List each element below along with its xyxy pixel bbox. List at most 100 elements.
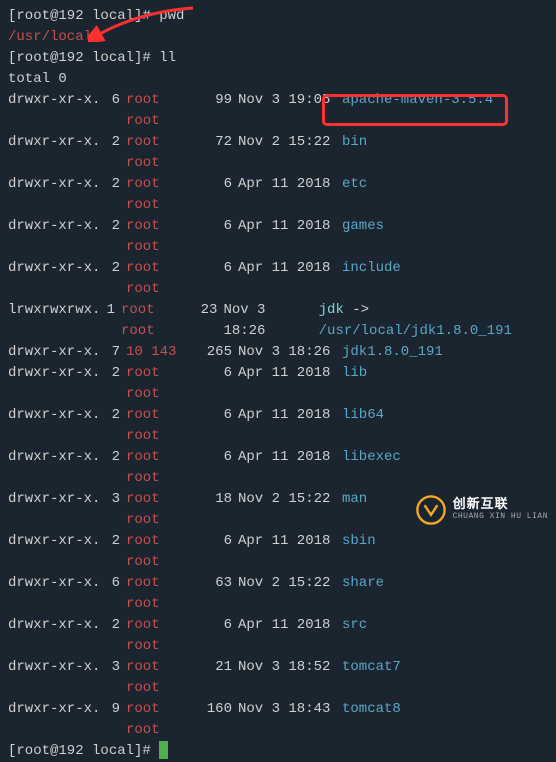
owner-group: root root bbox=[120, 132, 200, 174]
mod-date: Apr 11 2018 bbox=[232, 447, 336, 489]
watermark: 创新互联 CHUANG XIN HU LIAN bbox=[415, 494, 548, 526]
mod-date: Apr 11 2018 bbox=[232, 405, 336, 447]
link-count: 3 bbox=[104, 657, 120, 699]
mod-date: Apr 11 2018 bbox=[232, 174, 336, 216]
mod-date: Nov 2 15:22 bbox=[232, 489, 336, 531]
mod-date: Nov 3 18:52 bbox=[232, 657, 336, 699]
permissions: drwxr-xr-x. bbox=[8, 531, 104, 573]
permissions: drwxr-xr-x. bbox=[8, 90, 104, 132]
link-count: 2 bbox=[104, 174, 120, 216]
owner-group: root root bbox=[120, 447, 200, 489]
cursor[interactable] bbox=[159, 741, 168, 759]
mod-date: Apr 11 2018 bbox=[232, 615, 336, 657]
prompt: [root@192 local]# bbox=[8, 50, 159, 66]
list-item: drwxr-xr-x.2root root6Apr 11 2018include bbox=[8, 258, 548, 300]
directory-listing: drwxr-xr-x.6root root99Nov 3 19:05apache… bbox=[8, 90, 548, 741]
file-size: 6 bbox=[200, 174, 232, 216]
dir-name: tomcat7 bbox=[336, 657, 401, 699]
link-count: 2 bbox=[104, 531, 120, 573]
owner-group: root root bbox=[120, 489, 200, 531]
dir-name: libexec bbox=[336, 447, 401, 489]
mod-date: Nov 2 15:22 bbox=[232, 573, 336, 615]
link-count: 6 bbox=[104, 90, 120, 132]
mod-date: Apr 11 2018 bbox=[232, 363, 336, 405]
link-count: 7 bbox=[104, 342, 120, 363]
file-size: 6 bbox=[200, 258, 232, 300]
link-count: 2 bbox=[104, 615, 120, 657]
list-item: drwxr-xr-x.2root root6Apr 11 2018lib64 bbox=[8, 405, 548, 447]
permissions: drwxr-xr-x. bbox=[8, 342, 104, 363]
mod-date: Apr 11 2018 bbox=[232, 531, 336, 573]
prompt-line-2: [root@192 local]# ll bbox=[8, 48, 548, 69]
file-size: 18 bbox=[200, 489, 232, 531]
permissions: drwxr-xr-x. bbox=[8, 363, 104, 405]
dir-name: bin bbox=[336, 132, 367, 174]
file-size: 21 bbox=[200, 657, 232, 699]
dir-name: include bbox=[336, 258, 401, 300]
command-pwd: pwd bbox=[159, 8, 184, 24]
mod-date: Apr 11 2018 bbox=[232, 258, 336, 300]
dir-name: games bbox=[336, 216, 384, 258]
owner-group: root root bbox=[115, 300, 188, 342]
list-item: drwxr-xr-x.2root root6Apr 11 2018lib bbox=[8, 363, 548, 405]
list-item: drwxr-xr-x.3root root21Nov 3 18:52tomcat… bbox=[8, 657, 548, 699]
owner-group: root root bbox=[120, 363, 200, 405]
pwd-output: /usr/local bbox=[8, 27, 548, 48]
file-size: 6 bbox=[200, 216, 232, 258]
link-count: 2 bbox=[104, 363, 120, 405]
link-count: 9 bbox=[104, 699, 120, 741]
watermark-text-en: CHUANG XIN HU LIAN bbox=[453, 513, 548, 522]
owner-group: root root bbox=[120, 657, 200, 699]
owner-group: root root bbox=[120, 216, 200, 258]
dir-name: share bbox=[336, 573, 384, 615]
permissions: lrwxrwxrwx. bbox=[8, 300, 100, 342]
dir-name: sbin bbox=[336, 531, 376, 573]
watermark-logo-icon bbox=[415, 494, 447, 526]
dir-name: lib bbox=[336, 363, 367, 405]
permissions: drwxr-xr-x. bbox=[8, 174, 104, 216]
owner-group: root root bbox=[120, 531, 200, 573]
dir-name: apache-maven-3.5.4 bbox=[336, 90, 493, 132]
link-count: 3 bbox=[104, 489, 120, 531]
prompt-line-3: [root@192 local]# bbox=[8, 741, 548, 762]
list-item: drwxr-xr-x.2root root72Nov 2 15:22bin bbox=[8, 132, 548, 174]
command-ll: ll bbox=[159, 50, 176, 66]
file-size: 6 bbox=[200, 405, 232, 447]
dir-name: src bbox=[336, 615, 367, 657]
list-item: drwxr-xr-x.2root root6Apr 11 2018etc bbox=[8, 174, 548, 216]
symlink-name: jdk bbox=[319, 302, 344, 318]
list-item: drwxr-xr-x.7 10 143265Nov 3 18:26jdk1.8.… bbox=[8, 342, 548, 363]
prompt: [root@192 local]# bbox=[8, 743, 159, 759]
mod-date: Nov 3 18:26 bbox=[232, 342, 336, 363]
mod-date: Nov 3 18:43 bbox=[232, 699, 336, 741]
permissions: drwxr-xr-x. bbox=[8, 405, 104, 447]
link-count: 2 bbox=[104, 132, 120, 174]
file-size: 63 bbox=[200, 573, 232, 615]
prompt: [root@192 local]# bbox=[8, 8, 159, 24]
file-size: 23 bbox=[188, 300, 217, 342]
permissions: drwxr-xr-x. bbox=[8, 489, 104, 531]
owner-group: root root bbox=[120, 90, 200, 132]
file-size: 6 bbox=[200, 363, 232, 405]
terminal-output[interactable]: [root@192 local]# pwd /usr/local [root@1… bbox=[8, 6, 548, 762]
link-count: 6 bbox=[104, 573, 120, 615]
dir-name: jdk1.8.0_191 bbox=[336, 342, 443, 363]
list-item: drwxr-xr-x.2root root6Apr 11 2018libexec bbox=[8, 447, 548, 489]
permissions: drwxr-xr-x. bbox=[8, 447, 104, 489]
permissions: drwxr-xr-x. bbox=[8, 258, 104, 300]
dir-name: tomcat8 bbox=[336, 699, 401, 741]
symlink-target: /usr/local/jdk1.8.0_191 bbox=[319, 323, 512, 339]
list-item: drwxr-xr-x.9root root160Nov 3 18:43tomca… bbox=[8, 699, 548, 741]
permissions: drwxr-xr-x. bbox=[8, 216, 104, 258]
link-count: 2 bbox=[104, 405, 120, 447]
file-size: 99 bbox=[200, 90, 232, 132]
file-size: 6 bbox=[200, 531, 232, 573]
dir-name: etc bbox=[336, 174, 367, 216]
list-item: drwxr-xr-x.6root root99Nov 3 19:05apache… bbox=[8, 90, 548, 132]
list-item: drwxr-xr-x.2root root6Apr 11 2018src bbox=[8, 615, 548, 657]
total-line: total 0 bbox=[8, 69, 548, 90]
list-item: lrwxrwxrwx.1root root23Nov 3 18:26jdk ->… bbox=[8, 300, 548, 342]
dir-name: lib64 bbox=[336, 405, 384, 447]
mod-date: Apr 11 2018 bbox=[232, 216, 336, 258]
link-arrow: -> bbox=[344, 302, 369, 318]
